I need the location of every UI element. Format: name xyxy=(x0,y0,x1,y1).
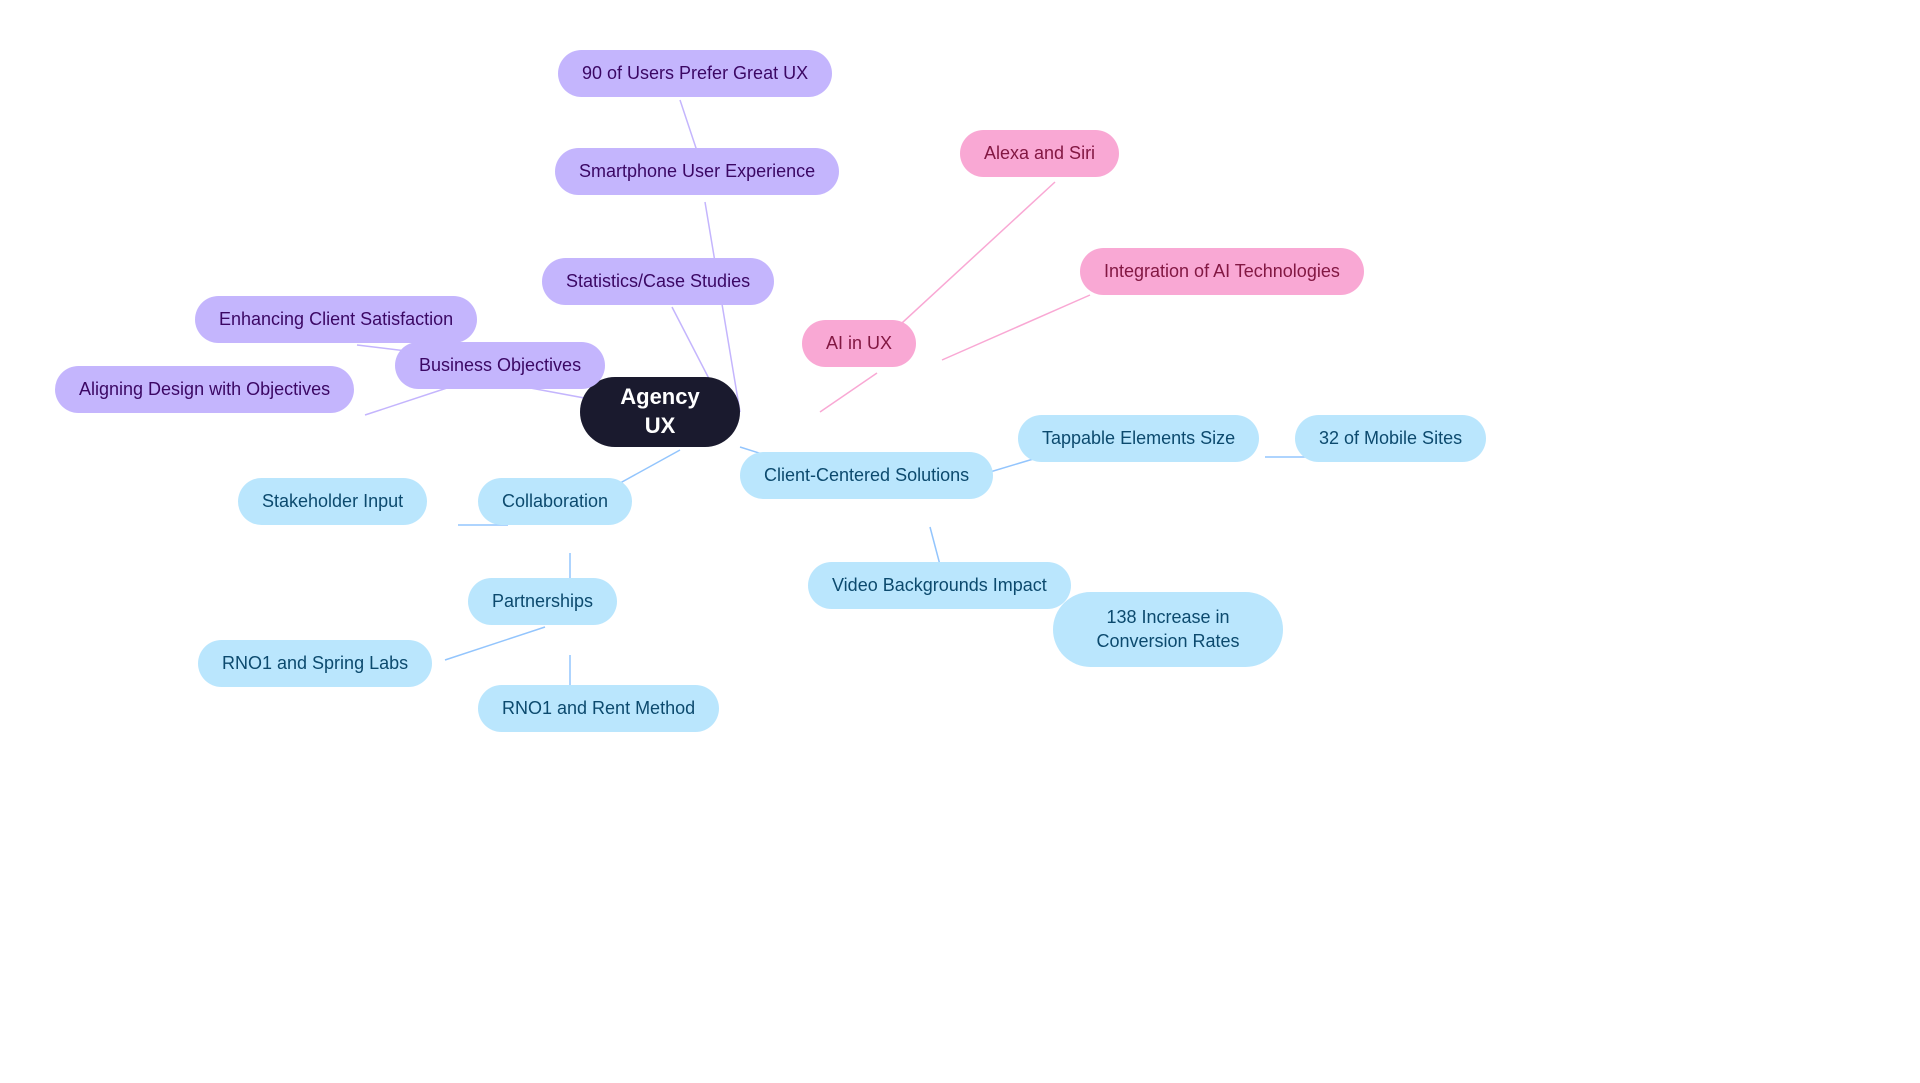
smartphone-ux-node: Smartphone User Experience xyxy=(555,148,839,195)
aligning-design-node: Aligning Design with Objectives xyxy=(55,366,354,413)
enhancing-client-node: Enhancing Client Satisfaction xyxy=(195,296,477,343)
business-objectives-node: Business Objectives xyxy=(395,342,605,389)
tappable-node: Tappable Elements Size xyxy=(1018,415,1259,462)
rno1-spring-node: RNO1 and Spring Labs xyxy=(198,640,432,687)
32-mobile-node: 32 of Mobile Sites xyxy=(1295,415,1486,462)
client-centered-node: Client-Centered Solutions xyxy=(740,452,993,499)
partnerships-node: Partnerships xyxy=(468,578,617,625)
138-increase-node: 138 Increase in Conversion Rates xyxy=(1053,592,1283,667)
90-users-node: 90 of Users Prefer Great UX xyxy=(558,50,832,97)
collaboration-node: Collaboration xyxy=(478,478,632,525)
video-backgrounds-node: Video Backgrounds Impact xyxy=(808,562,1071,609)
alexa-siri-node: Alexa and Siri xyxy=(960,130,1119,177)
integration-ai-node: Integration of AI Technologies xyxy=(1080,248,1364,295)
center-node: Agency UX xyxy=(580,377,740,447)
statistics-node: Statistics/Case Studies xyxy=(542,258,774,305)
ai-in-ux-node: AI in UX xyxy=(802,320,916,367)
rno1-rent-node: RNO1 and Rent Method xyxy=(478,685,719,732)
stakeholder-input-node: Stakeholder Input xyxy=(238,478,427,525)
